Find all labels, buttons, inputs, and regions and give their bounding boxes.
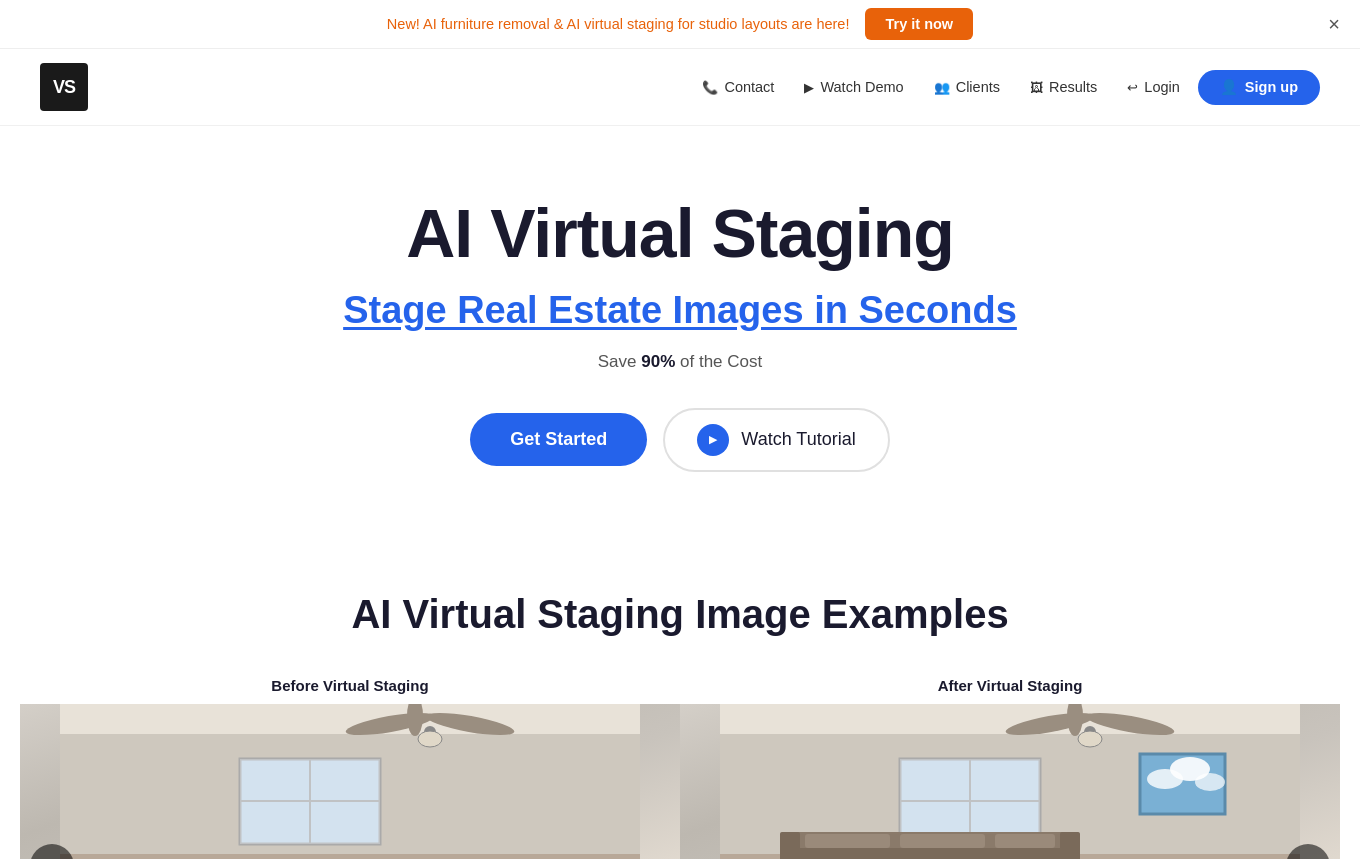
svg-point-12	[418, 731, 442, 747]
signup-button[interactable]: 👤 Sign up	[1198, 70, 1320, 105]
navbar: VS 📞 Contact ▶ Watch Demo 👥 Clients 🖼 Re…	[0, 49, 1360, 126]
examples-section: AI Virtual Staging Image Examples Before…	[0, 572, 1360, 859]
examples-wrapper: Before Virtual Staging	[20, 677, 1340, 859]
hero-title: AI Virtual Staging	[20, 196, 1340, 271]
login-icon: ↩	[1127, 80, 1138, 95]
before-column: Before Virtual Staging	[20, 677, 680, 859]
svg-rect-7	[240, 759, 380, 844]
after-image	[680, 704, 1340, 859]
nav-links: 📞 Contact ▶ Watch Demo 👥 Clients 🖼 Resul…	[690, 70, 1320, 105]
examples-grid: Before Virtual Staging	[20, 677, 1340, 859]
hero-section: AI Virtual Staging Stage Real Estate Ima…	[0, 126, 1360, 572]
results-icon: 🖼	[1030, 80, 1043, 95]
svg-rect-35	[900, 834, 985, 848]
svg-rect-34	[805, 834, 890, 848]
examples-title: AI Virtual Staging Image Examples	[20, 592, 1340, 637]
clients-icon: 👥	[934, 80, 950, 95]
person-icon: 👤	[1220, 79, 1238, 96]
hero-buttons: Get Started ▶ Watch Tutorial	[20, 408, 1340, 472]
svg-point-29	[1195, 773, 1225, 791]
play-tutorial-icon: ▶	[697, 424, 729, 456]
after-label: After Virtual Staging	[680, 677, 1340, 694]
logo[interactable]: VS	[40, 63, 88, 111]
nav-results[interactable]: 🖼 Results	[1018, 73, 1109, 101]
close-announcement-button[interactable]: ×	[1328, 14, 1340, 34]
svg-point-25	[1078, 731, 1102, 747]
svg-rect-3	[60, 854, 640, 859]
before-label: Before Virtual Staging	[20, 677, 680, 694]
try-it-button[interactable]: Try it now	[865, 8, 973, 40]
nav-clients[interactable]: 👥 Clients	[922, 73, 1012, 101]
announcement-text: New! AI furniture removal & AI virtual s…	[387, 16, 850, 32]
phone-icon: 📞	[702, 80, 718, 95]
announcement-bar: New! AI furniture removal & AI virtual s…	[0, 0, 1360, 49]
hero-tagline: Save 90% of the Cost	[20, 352, 1340, 372]
nav-login[interactable]: ↩ Login	[1115, 73, 1191, 101]
svg-rect-36	[995, 834, 1055, 848]
svg-rect-20	[900, 759, 1040, 844]
watch-tutorial-button[interactable]: ▶ Watch Tutorial	[663, 408, 889, 472]
hero-subtitle: Stage Real Estate Images in Seconds	[20, 289, 1340, 332]
svg-rect-32	[780, 832, 800, 859]
after-column: After Virtual Staging	[680, 677, 1340, 859]
before-image	[20, 704, 680, 859]
get-started-button[interactable]: Get Started	[470, 413, 647, 466]
svg-rect-33	[1060, 832, 1080, 859]
play-demo-icon: ▶	[804, 80, 814, 95]
nav-watch-demo[interactable]: ▶ Watch Demo	[792, 73, 915, 101]
nav-contact[interactable]: 📞 Contact	[690, 73, 786, 101]
